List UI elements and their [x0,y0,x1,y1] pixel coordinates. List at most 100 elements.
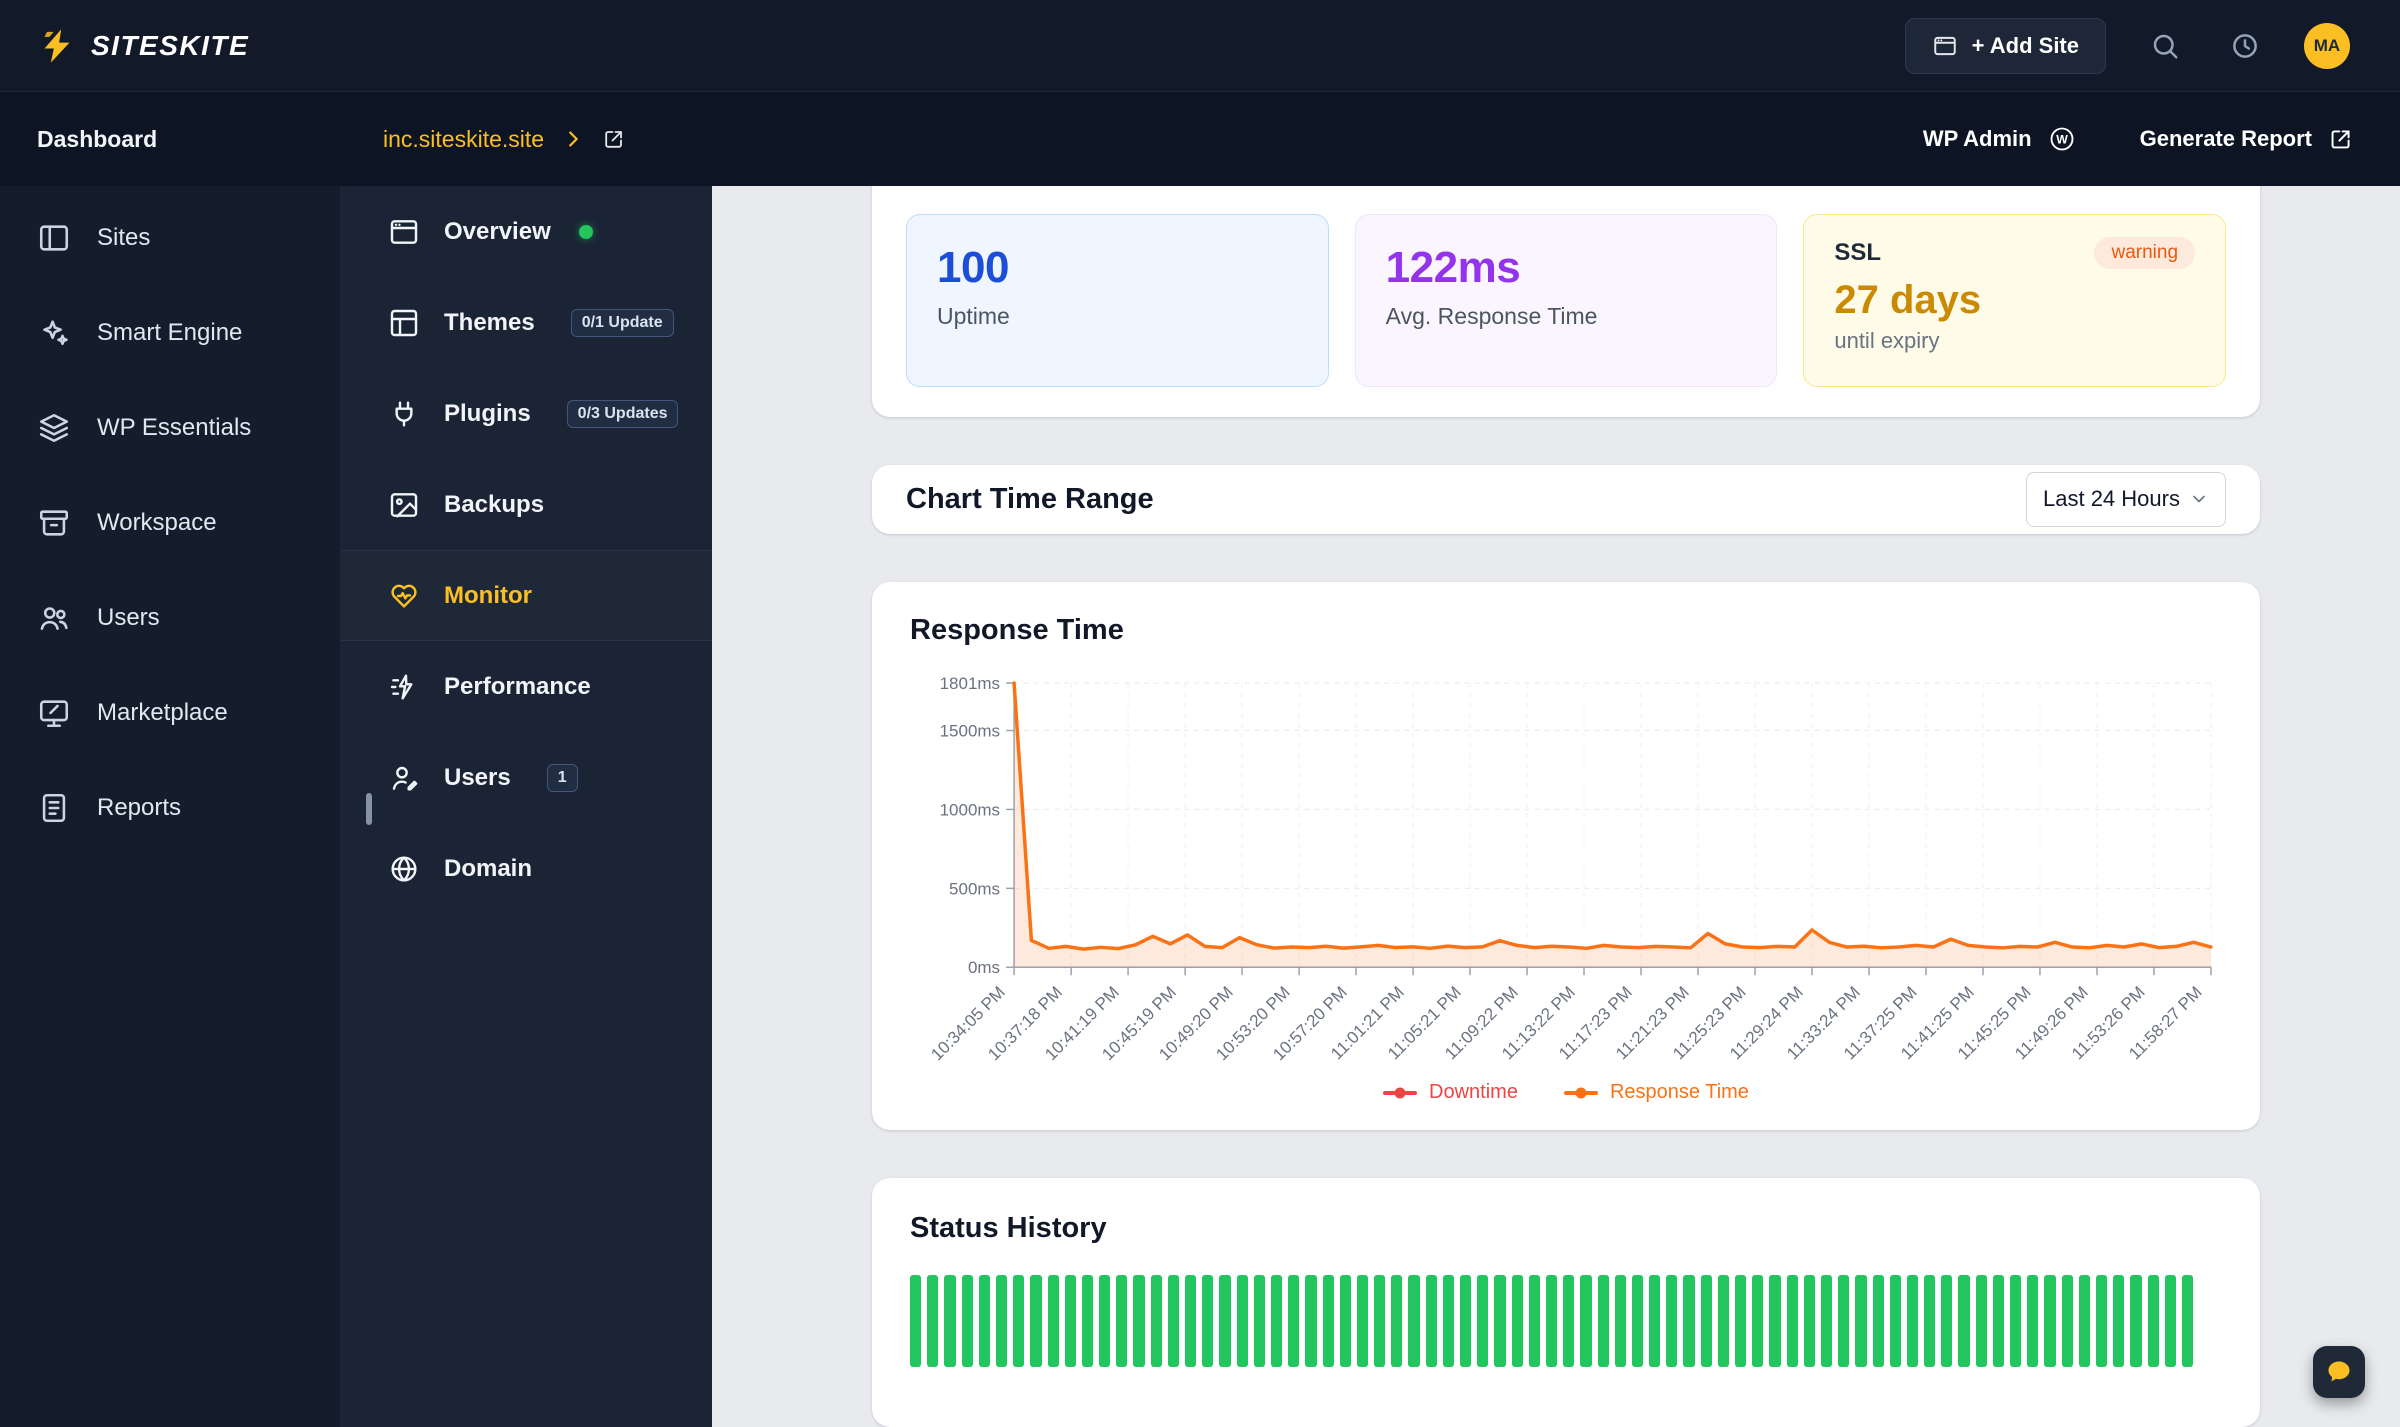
status-bar[interactable] [2148,1275,2159,1367]
status-bar[interactable] [1408,1275,1419,1367]
status-bar[interactable] [1941,1275,1952,1367]
status-bar[interactable] [1890,1275,1901,1367]
status-bar[interactable] [1099,1275,1110,1367]
status-bar[interactable] [1598,1275,1609,1367]
legend-item-downtime[interactable]: Downtime [1383,1081,1518,1104]
sidebar-item-reports[interactable]: Reports [0,760,340,855]
site-menu-item-users[interactable]: Users 1 [341,732,712,823]
status-bar[interactable] [2165,1275,2176,1367]
status-bar[interactable] [2044,1275,2055,1367]
status-bar[interactable] [1237,1275,1248,1367]
status-bar[interactable] [1804,1275,1815,1367]
site-menu-item-overview[interactable]: Overview [341,186,712,277]
status-bar[interactable] [1666,1275,1677,1367]
status-bar[interactable] [2130,1275,2141,1367]
status-bar[interactable] [1838,1275,1849,1367]
site-menu-item-plugins[interactable]: Plugins 0/3 Updates [341,368,712,459]
status-bar[interactable] [1529,1275,1540,1367]
site-menu-item-monitor[interactable]: Monitor [341,550,712,641]
status-bar[interactable] [1718,1275,1729,1367]
status-bar[interactable] [2113,1275,2124,1367]
status-bar[interactable] [962,1275,973,1367]
status-bar[interactable] [1305,1275,1316,1367]
time-range-select[interactable]: Last 24 Hours [2026,472,2226,527]
brand-logo[interactable]: SITESKITE [37,26,249,66]
site-menu-item-themes[interactable]: Themes 0/1 Update [341,277,712,368]
status-bar[interactable] [1254,1275,1265,1367]
generate-report-button[interactable]: Generate Report [2140,126,2354,152]
status-bar[interactable] [1924,1275,1935,1367]
status-bar[interactable] [1855,1275,1866,1367]
status-bar[interactable] [1615,1275,1626,1367]
status-bar[interactable] [1993,1275,2004,1367]
status-bar[interactable] [2010,1275,2021,1367]
status-bar[interactable] [1323,1275,1334,1367]
site-domain-link[interactable]: inc.siteskite.site [383,126,544,153]
status-bar[interactable] [1976,1275,1987,1367]
legend-item-response-time[interactable]: Response Time [1564,1081,1749,1104]
sidebar-item-sites[interactable]: Sites [0,190,340,285]
status-bar[interactable] [1443,1275,1454,1367]
status-bar[interactable] [1082,1275,1093,1367]
sidebar-item-marketplace[interactable]: Marketplace [0,665,340,760]
status-bar[interactable] [1288,1275,1299,1367]
status-bar[interactable] [944,1275,955,1367]
status-bar[interactable] [1426,1275,1437,1367]
status-bar[interactable] [996,1275,1007,1367]
chevron-right-icon[interactable] [562,128,584,150]
site-menu-item-backups[interactable]: Backups [341,459,712,550]
status-bar[interactable] [979,1275,990,1367]
status-bar[interactable] [1340,1275,1351,1367]
sidebar-item-workspace[interactable]: Workspace [0,475,340,570]
status-bar[interactable] [1649,1275,1660,1367]
status-bar[interactable] [1821,1275,1832,1367]
wp-admin-button[interactable]: WP Admin W [1923,125,2076,153]
open-site-external-icon[interactable] [602,127,626,151]
sidebar-item-users[interactable]: Users [0,570,340,665]
status-bar[interactable] [1151,1275,1162,1367]
status-bar[interactable] [2079,1275,2090,1367]
status-bar[interactable] [1048,1275,1059,1367]
status-bar[interactable] [1512,1275,1523,1367]
status-bar[interactable] [1546,1275,1557,1367]
site-menu-item-domain[interactable]: Domain [341,823,712,914]
status-bar[interactable] [1202,1275,1213,1367]
menu-scrollbar-thumb[interactable] [366,793,372,825]
status-bar[interactable] [2027,1275,2038,1367]
status-bar[interactable] [1563,1275,1574,1367]
status-bar[interactable] [910,1275,921,1367]
status-bar[interactable] [1185,1275,1196,1367]
status-bar[interactable] [1494,1275,1505,1367]
status-bar[interactable] [1374,1275,1385,1367]
status-bar[interactable] [1769,1275,1780,1367]
status-bar[interactable] [1271,1275,1282,1367]
status-bar[interactable] [1460,1275,1471,1367]
status-bar[interactable] [1065,1275,1076,1367]
status-bar[interactable] [1701,1275,1712,1367]
status-bar[interactable] [1030,1275,1041,1367]
status-bar[interactable] [1735,1275,1746,1367]
search-button[interactable] [2144,25,2186,67]
status-bar[interactable] [1116,1275,1127,1367]
status-bar[interactable] [1219,1275,1230,1367]
avatar[interactable]: MA [2304,23,2350,69]
status-bar[interactable] [2062,1275,2073,1367]
status-bar[interactable] [2182,1275,2193,1367]
status-bar[interactable] [927,1275,938,1367]
history-button[interactable] [2224,25,2266,67]
sidebar-item-smart-engine[interactable]: Smart Engine [0,285,340,380]
response-time-chart[interactable]: 1801ms1500ms1000ms500ms0ms10:34:05 PM10:… [910,669,2222,1079]
status-bar[interactable] [1168,1275,1179,1367]
status-bar[interactable] [1477,1275,1488,1367]
status-bar[interactable] [2096,1275,2107,1367]
chat-fab-button[interactable] [2313,1346,2365,1398]
add-site-button[interactable]: + Add Site [1905,18,2106,74]
status-bar[interactable] [1907,1275,1918,1367]
site-menu-item-performance[interactable]: Performance [341,641,712,732]
status-bar[interactable] [1632,1275,1643,1367]
status-bar[interactable] [1391,1275,1402,1367]
status-bar[interactable] [1958,1275,1969,1367]
status-bar[interactable] [1013,1275,1024,1367]
status-bar[interactable] [1683,1275,1694,1367]
sidebar-item-wp-essentials[interactable]: WP Essentials [0,380,340,475]
